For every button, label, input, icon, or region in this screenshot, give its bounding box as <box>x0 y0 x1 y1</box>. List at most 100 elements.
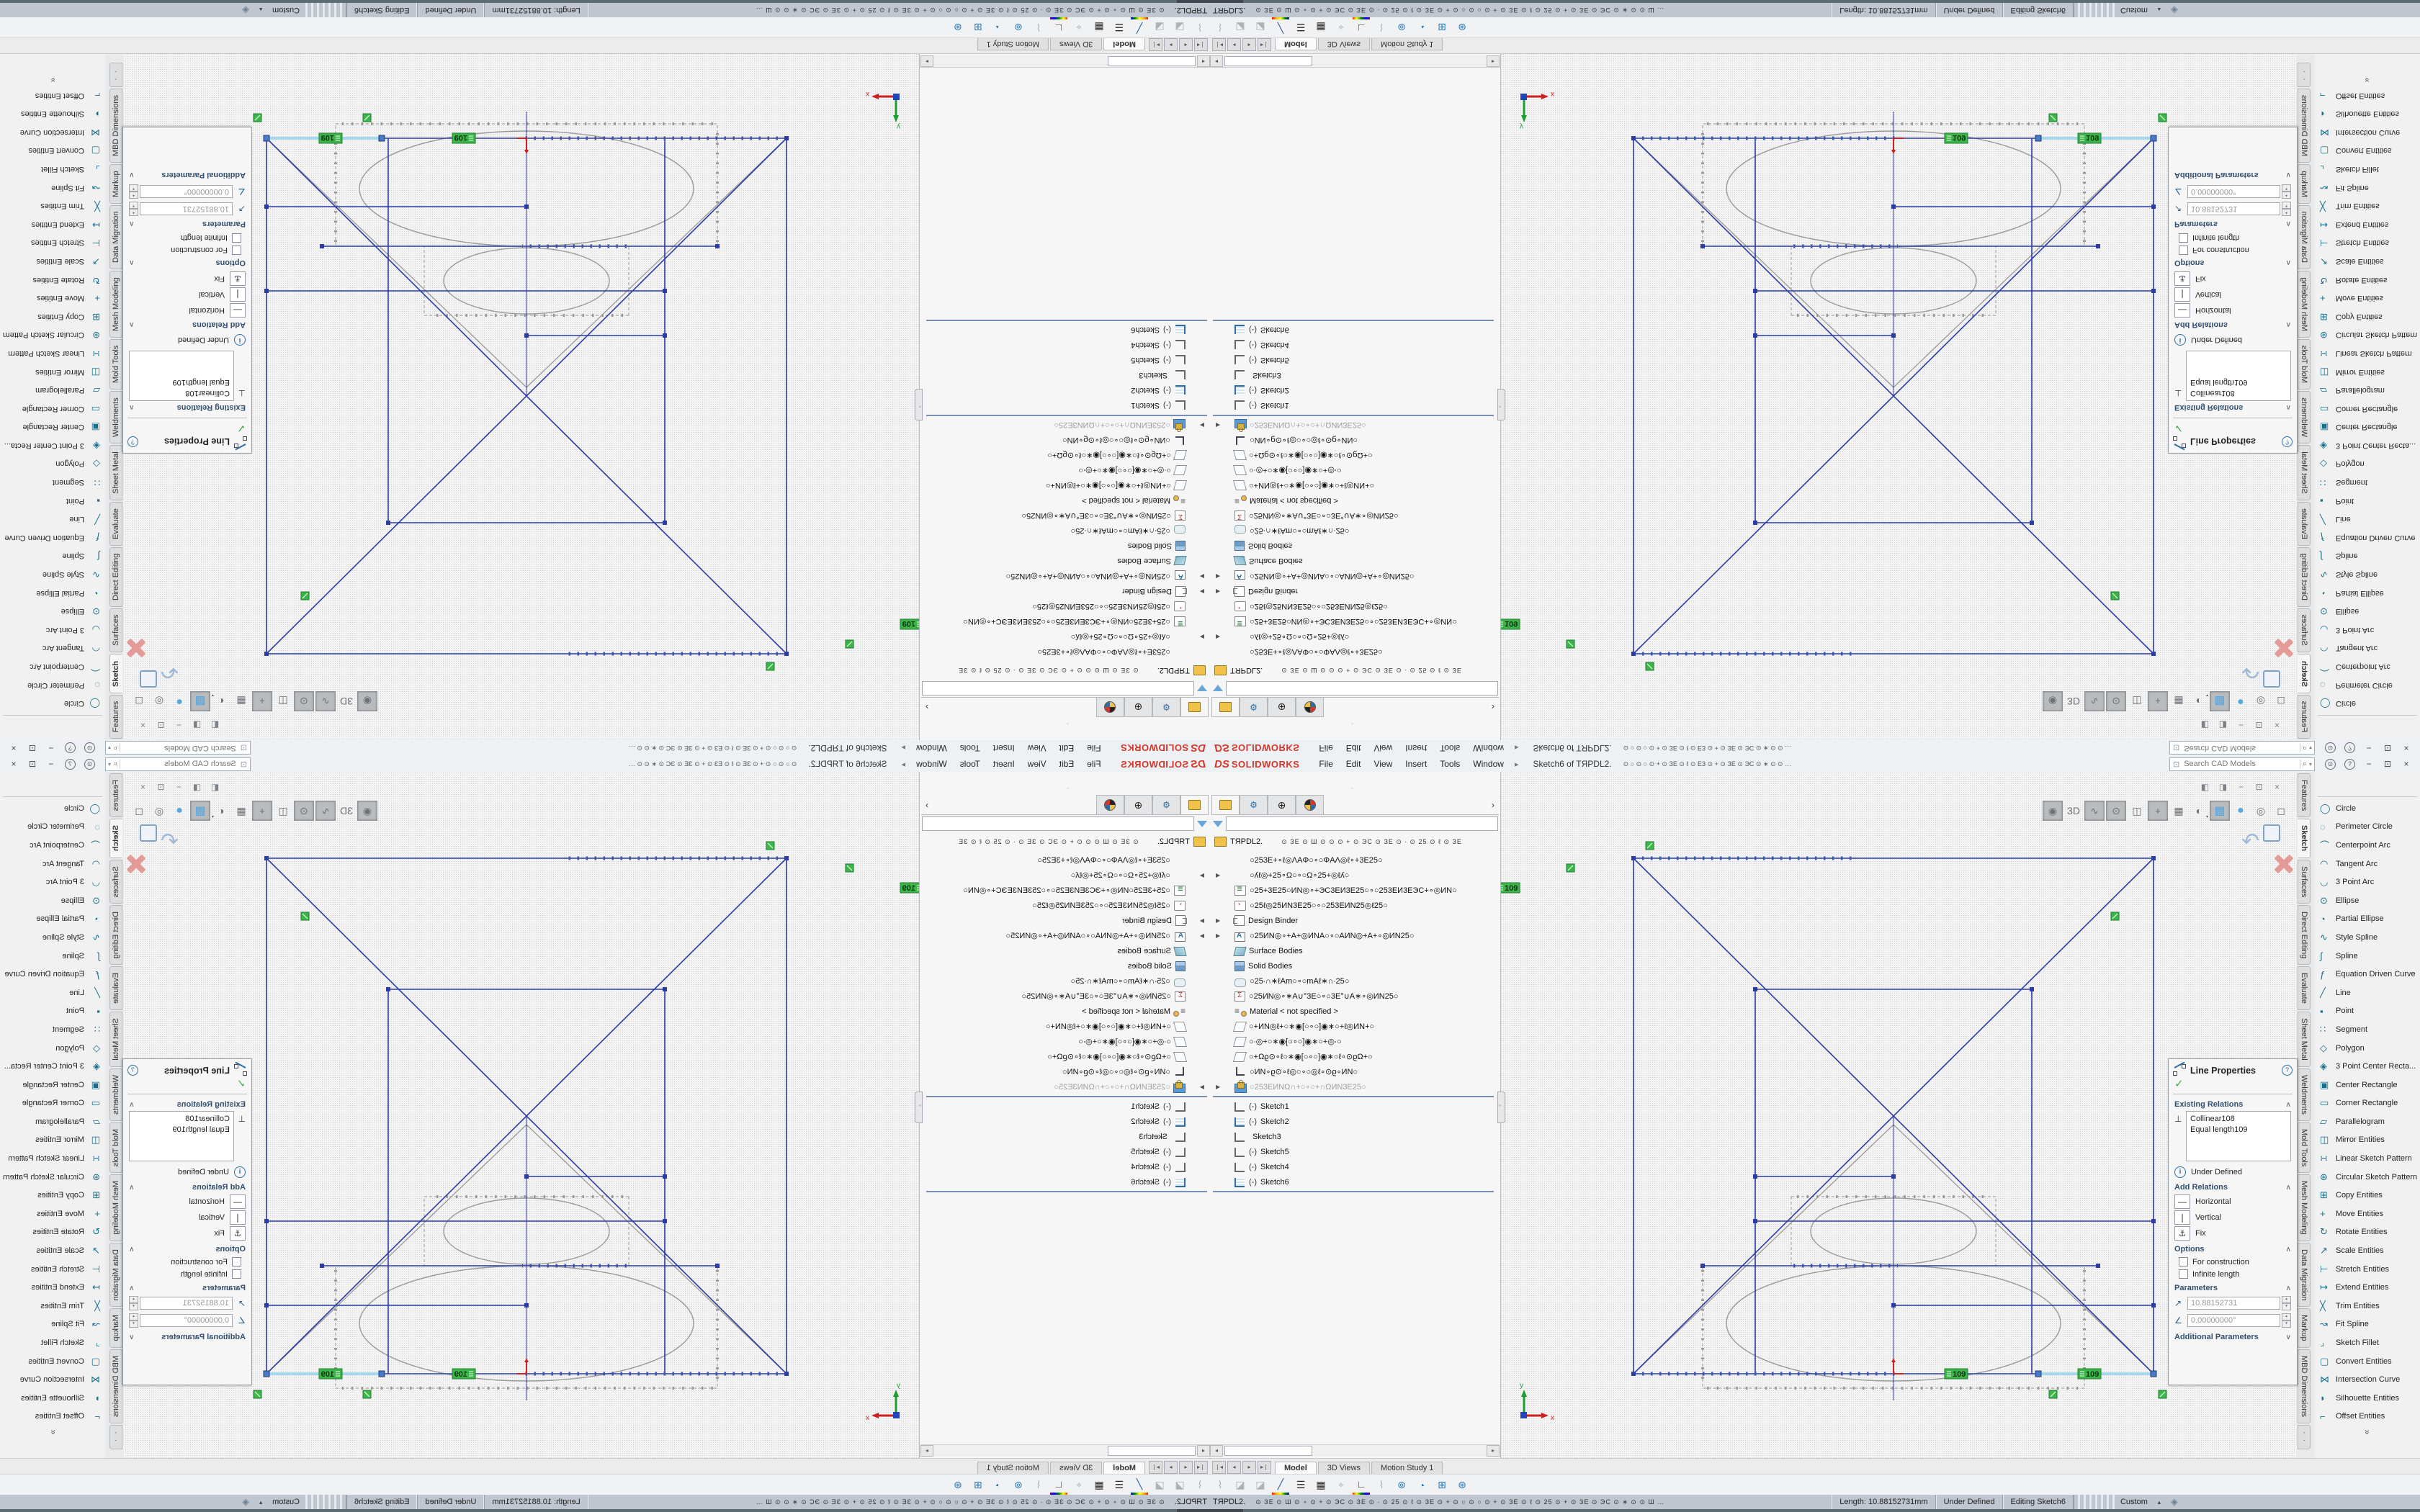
relation-squares[interactable] <box>1567 842 2166 1398</box>
tree-item[interactable]: ○ИN∘ϱ⊙∘ℓ◎○∘○◎ℓ∘⊙ϱ∘ИN○ <box>1234 1064 1494 1079</box>
sketch-tool-item[interactable]: ╳ Trim Entities <box>0 1297 105 1315</box>
sketch-tool-item[interactable]: ▭ Corner Rectangle <box>2315 400 2420 418</box>
units-selector[interactable]: Custom ▴ <box>254 1498 305 1506</box>
scroll-thumb[interactable] <box>1108 1446 1196 1456</box>
units-selector[interactable]: Custom ▴ <box>254 6 305 14</box>
sketch-tool-item[interactable]: ▢ Convert Entities <box>0 1352 105 1371</box>
sketch-tool-item[interactable]: ⊢ Stretch Entities <box>2315 1260 2420 1279</box>
expand-arrow-icon[interactable]: ▶ <box>1216 634 1223 640</box>
bottom-toolbar-icon[interactable]: ⌖ <box>1070 1477 1088 1494</box>
tree-item[interactable]: ○25ℓ◎25ИN3Е25○∘○253ЕИN25◎ℓ25○ <box>926 599 1186 614</box>
dimension-labels[interactable]: 109 109 109 <box>1500 883 2101 1379</box>
collapse-icon[interactable]: ∧ <box>2286 1101 2291 1109</box>
sketch-tool-item[interactable]: ╳ Trim Entities <box>0 197 105 215</box>
commandmanager-tab[interactable]: Evaluate <box>2298 966 2311 1010</box>
sketch-tool-item[interactable]: ƒ Equation Driven Curve <box>2315 528 2420 547</box>
tree-sketch-item[interactable]: (-) Sketch2 <box>1234 383 1494 398</box>
bottom-toolbar-icon[interactable]: ╱ <box>1272 1475 1289 1495</box>
menu-item[interactable]: Window <box>910 743 954 753</box>
tab-nav-button[interactable]: ◂ <box>1179 38 1193 51</box>
parameter-field[interactable]: 10.88152731 <box>140 1297 233 1310</box>
menu-item[interactable]: Tools <box>954 759 987 769</box>
menu-item[interactable]: Edit <box>1340 759 1368 769</box>
panel-help-icon[interactable]: ? <box>127 436 138 447</box>
sketch-tool-item[interactable]: ∫ Spline <box>2315 947 2420 966</box>
commandmanager-tab[interactable]: Sheet Metal <box>2298 445 2311 500</box>
dimension-labels[interactable]: 109 109 109 <box>319 133 920 629</box>
tree-item[interactable]: Solid Bodies <box>1234 958 1494 973</box>
collapse-icon[interactable]: ∨ <box>2286 171 2291 179</box>
commandmanager-tab[interactable]: · · <box>109 63 122 87</box>
profile-icon[interactable]: ⊙ <box>84 743 95 754</box>
sketch-tool-item[interactable]: ▭ Corner Rectangle <box>2315 1094 2420 1113</box>
parameters-header[interactable]: Parameters ∧ <box>2169 217 2297 232</box>
tab-featuremanager[interactable] <box>1211 698 1240 717</box>
sketch-tool-item[interactable]: ◔ Partial Ellipse <box>2315 910 2420 929</box>
tree-filter-input[interactable] <box>922 681 1194 696</box>
menu-item[interactable]: File <box>1080 759 1107 769</box>
bottom-toolbar-icon[interactable]: ⊚ <box>1393 1477 1410 1494</box>
tab-configurations[interactable]: ⊕ <box>1124 795 1152 814</box>
commandmanager-tab[interactable]: Mesh Modeling <box>2298 1174 2311 1241</box>
sketch-tool-item[interactable]: ∷ Segment <box>0 473 105 492</box>
confirmation-corner[interactable]: ↶ <box>2241 637 2299 688</box>
sketch-tool-item[interactable]: ◌ Perimeter Circle <box>2315 676 2420 695</box>
checkbox[interactable] <box>232 246 241 255</box>
option-checkbox-row[interactable]: For construction <box>2169 1256 2297 1268</box>
tab-nav-button[interactable]: ▸❘ <box>1258 1461 1271 1474</box>
parameters-header[interactable]: Parameters ∧ <box>2169 1280 2297 1295</box>
collapse-icon[interactable]: ∨ <box>129 1333 134 1341</box>
parameter-field[interactable]: 0.00000000° <box>2187 1314 2280 1327</box>
tree-sketch-item[interactable]: (-) Sketch1 <box>926 1099 1186 1114</box>
tree-item[interactable]: Material < not specified > <box>926 493 1186 508</box>
pin-icon[interactable]: ▸ <box>902 744 906 753</box>
profile-icon[interactable]: ⊙ <box>84 759 95 770</box>
search-box[interactable]: ⊡ ⌕ ▾ <box>105 742 251 755</box>
spinner[interactable]: ▴▾ <box>2282 184 2291 199</box>
sketch-tool-item[interactable]: ∷ Segment <box>2315 473 2420 492</box>
close-button[interactable]: × <box>4 743 23 753</box>
commandmanager-tab[interactable]: · · <box>2298 63 2311 87</box>
collapse-icon[interactable]: ∧ <box>129 1246 134 1254</box>
view-tool-icon[interactable]: ◎ <box>2251 801 2270 820</box>
sketch-tool-item[interactable]: ◌ Perimeter Circle <box>0 676 105 695</box>
menu-item[interactable]: Edit <box>1053 759 1081 769</box>
view-tool-icon[interactable]: ● <box>2231 801 2250 820</box>
tree-sketch-item[interactable]: (-) Sketch1 <box>926 398 1186 413</box>
tree-item[interactable]: ▶ ○253ЕИNΩ∩+○∘○+∩ΩИN3Е25○ <box>1234 1079 1494 1094</box>
add-relation-option[interactable]: — Horizontal <box>2169 1194 2297 1210</box>
tree-filter-input[interactable] <box>922 816 1194 831</box>
cancel-sketch-icon[interactable] <box>2273 637 2295 659</box>
panel-splitter-handle[interactable] <box>915 1092 923 1123</box>
tab-appearances[interactable] <box>1096 698 1124 717</box>
view-tool-icon[interactable]: ∿ <box>315 801 336 821</box>
sketch-tool-item[interactable]: ↝ Fit Spline <box>2315 1315 2420 1334</box>
add-relation-option[interactable]: — Horizontal <box>123 302 251 318</box>
bottom-toolbar-icon[interactable]: ⌇ <box>1373 19 1390 36</box>
spinner[interactable]: ▴▾ <box>129 1313 138 1328</box>
bottom-toolbar-icon[interactable]: ⌇ <box>1191 19 1209 36</box>
toolbar-overflow-chevron[interactable]: » <box>2362 1425 2372 1439</box>
tree-item[interactable]: ○25ИN◎∘∗А∪°3Е○∘○3Е°∪А∗∘◎ИN25○ <box>926 989 1186 1004</box>
document-tab[interactable]: 3D Views <box>1050 37 1102 50</box>
tree-item[interactable]: ○+Ωϱ⊙∘ℓ○∗◉[○∘○]◉∗○ℓ∘⊙ϱΩ+○ <box>1234 448 1494 463</box>
quick-access-toolbar[interactable]: ⊙ ○ ⊙ ○ ⊙ + ⊙ ЗЕ ⊙ ℓ ⊙ ЕЗ ⊙ + ⊙ ЗЕ ⊙ ЭС … <box>1623 744 2169 752</box>
parameter-row[interactable]: ↗ 10.88152731 ▴▾ <box>2169 200 2297 217</box>
tree-horizontal-scrollbar[interactable]: ◂ ▸ <box>920 55 1210 68</box>
commandmanager-tab[interactable]: Evaluate <box>109 966 122 1010</box>
close-button[interactable]: × <box>2397 743 2416 753</box>
search-icon[interactable]: ⌕ <box>111 744 120 753</box>
rollback-bar[interactable] <box>1213 320 1494 321</box>
sketch-tool-item[interactable]: ◠ Tangent Arc <box>2315 855 2420 873</box>
spinner[interactable]: ▴▾ <box>2282 202 2291 216</box>
add-relation-option[interactable]: ❘ Vertical <box>2169 287 2297 302</box>
expand-arrow-icon[interactable]: ▶ <box>1216 872 1223 878</box>
quick-access-toolbar[interactable]: ⊙ ○ ⊙ ○ ⊙ + ⊙ ЗЕ ⊙ ℓ ⊙ ЕЗ ⊙ + ⊙ ЗЕ ⊙ ЭС … <box>251 744 797 752</box>
bottom-toolbar-icon[interactable]: ∟ <box>1050 17 1067 37</box>
collapse-icon[interactable]: ∧ <box>129 321 134 329</box>
bottom-toolbar-icon[interactable]: ◪ <box>1232 19 1249 36</box>
relations-list[interactable]: Collinear108Equal length109 <box>2186 1111 2291 1161</box>
view-tool-icon[interactable]: ◫ <box>274 692 292 711</box>
sketch-tool-item[interactable]: ◯ Circle <box>0 694 105 713</box>
bottom-toolbar-icon[interactable]: ⊛ <box>1453 19 1471 36</box>
